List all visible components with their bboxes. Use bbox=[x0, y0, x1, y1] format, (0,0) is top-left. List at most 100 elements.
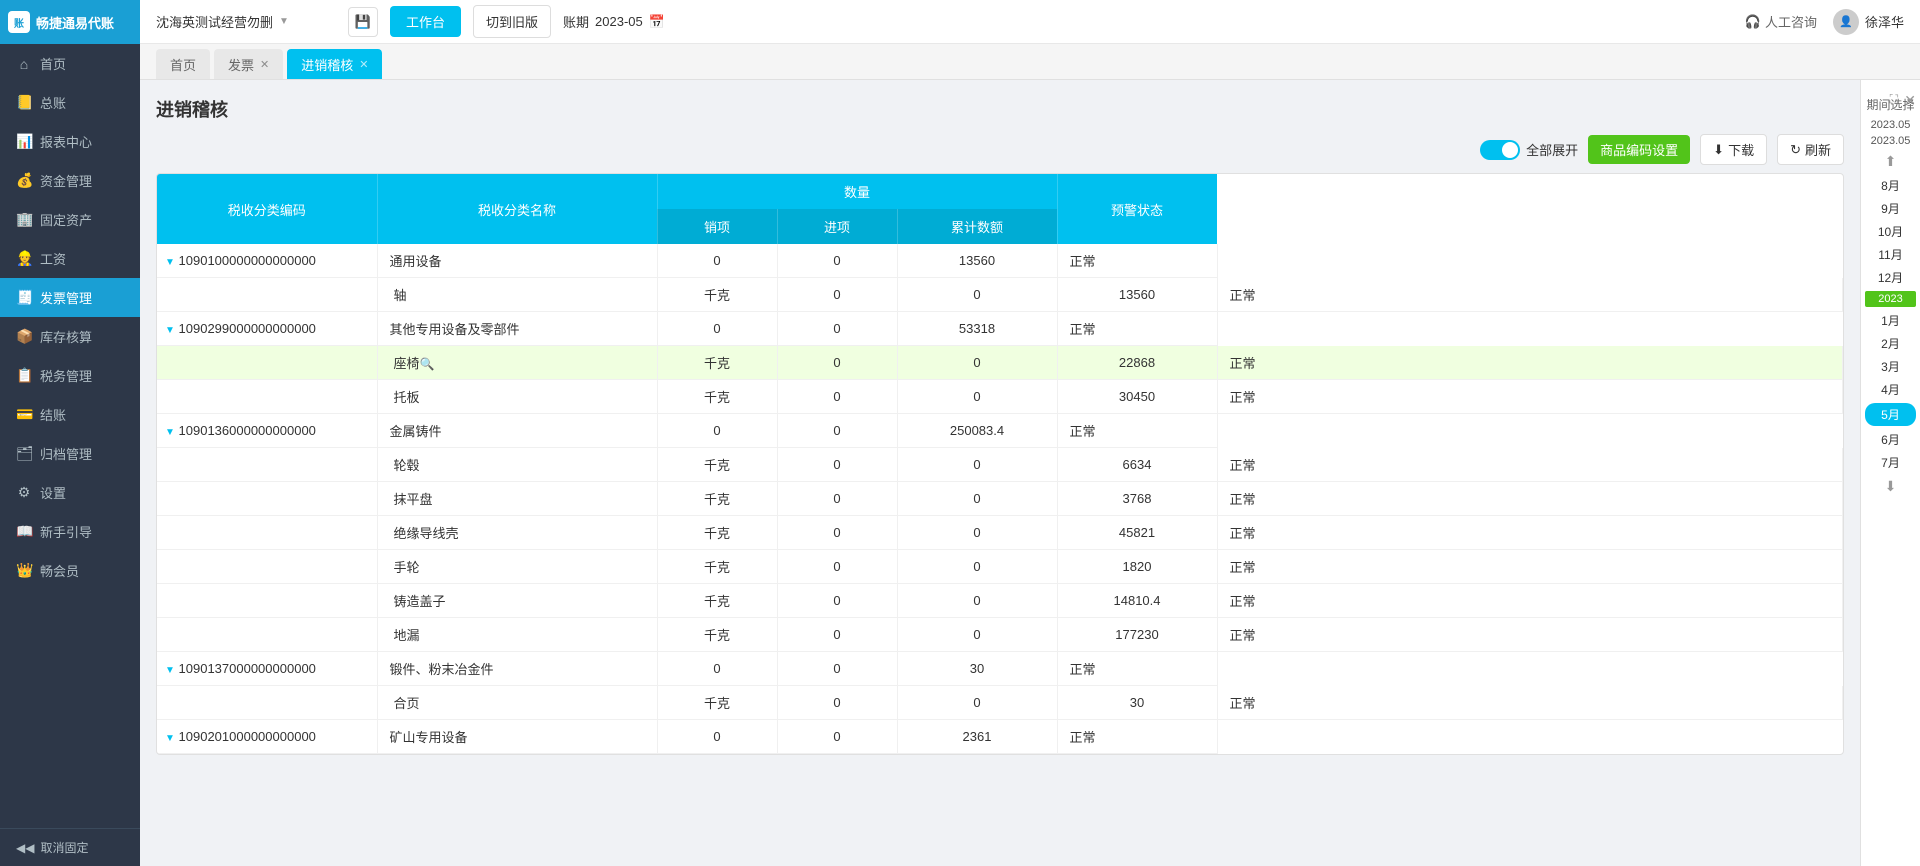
panel-fullscreen-button[interactable]: ⛶ bbox=[1890, 92, 1898, 107]
expand-icon[interactable]: ▼ bbox=[165, 325, 175, 336]
sidebar-item-税务管理[interactable]: 📋税务管理 bbox=[0, 356, 140, 395]
period-month-item[interactable]: 7月 bbox=[1861, 451, 1920, 474]
period-month-item[interactable]: 5月 bbox=[1865, 403, 1916, 426]
sidebar-label-4: 固定资产 bbox=[40, 210, 92, 229]
cell-unit: 千克 bbox=[657, 346, 777, 380]
switch-version-button[interactable]: 切到旧版 bbox=[473, 5, 551, 38]
tab-进销稽核[interactable]: 进销稽核✕ bbox=[287, 49, 382, 79]
tab-首页[interactable]: 首页 bbox=[156, 49, 210, 79]
cell-warning: 正常 bbox=[1057, 652, 1217, 686]
product-code-button[interactable]: 商品编码设置 bbox=[1588, 135, 1690, 164]
cell-name: 矿山专用设备 bbox=[377, 720, 657, 754]
refresh-label: 刷新 bbox=[1805, 140, 1831, 159]
expand-icon[interactable]: ▼ bbox=[165, 257, 175, 268]
cell-name: 金属铸件 bbox=[377, 414, 657, 448]
tab-close-1[interactable]: ✕ bbox=[260, 58, 269, 71]
sidebar-item-总账[interactable]: 📒总账 bbox=[0, 83, 140, 122]
cell-total: 13560 bbox=[897, 244, 1057, 278]
expand-icon[interactable]: ▼ bbox=[165, 665, 175, 676]
period-row[interactable]: 2023.05 bbox=[1861, 133, 1920, 149]
cell-purchase: 0 bbox=[897, 516, 1057, 550]
sidebar-item-库存核算[interactable]: 📦库存核算 bbox=[0, 317, 140, 356]
download-button[interactable]: ⬇ 下载 bbox=[1700, 134, 1767, 165]
period-month-item[interactable]: 10月 bbox=[1861, 220, 1920, 243]
cell-name: 锻件、粉末冶金件 bbox=[377, 652, 657, 686]
cell-sale: 0 bbox=[657, 244, 777, 278]
refresh-button[interactable]: ↻ 刷新 bbox=[1777, 134, 1844, 165]
support-button[interactable]: 🎧 人工咨询 bbox=[1745, 12, 1817, 31]
tab-label-0: 首页 bbox=[170, 55, 196, 74]
cell-warning: 正常 bbox=[1217, 618, 1843, 652]
sidebar-item-报表中心[interactable]: 📊报表中心 bbox=[0, 122, 140, 161]
period-month-item[interactable]: 9月 bbox=[1861, 197, 1920, 220]
col-sale: 销项 bbox=[657, 209, 777, 244]
table-row[interactable]: ▼ 1090137000000000000 锻件、粉末冶金件 0 0 30 正常 bbox=[157, 652, 1843, 686]
col-tax-code: 税收分类编码 bbox=[157, 174, 377, 244]
sidebar-label-11: 设置 bbox=[40, 483, 66, 502]
period-display: 账期 2023-05 📅 bbox=[563, 12, 665, 31]
cell-code bbox=[157, 278, 377, 312]
period-month-item[interactable]: 6月 bbox=[1861, 428, 1920, 451]
sidebar-item-设置[interactable]: ⚙设置 bbox=[0, 473, 140, 512]
panel-close-button[interactable]: ✕ bbox=[1904, 92, 1916, 109]
sidebar-bottom[interactable]: ◀◀ 取消固定 bbox=[0, 828, 140, 866]
tab-发票[interactable]: 发票✕ bbox=[214, 49, 283, 79]
logo-text: 畅捷通易代账 bbox=[36, 13, 114, 32]
table-row[interactable]: ▼ 1090100000000000000 通用设备 0 0 13560 正常 bbox=[157, 244, 1843, 278]
cell-total: 14810.4 bbox=[1057, 584, 1217, 618]
scroll-down-button[interactable]: ⬇ bbox=[1861, 474, 1920, 499]
period-month-item[interactable]: 1月 bbox=[1861, 309, 1920, 332]
sidebar-item-首页[interactable]: ⌂首页 bbox=[0, 44, 140, 83]
cell-purchase: 0 bbox=[897, 278, 1057, 312]
period-month-item[interactable]: 2月 bbox=[1861, 332, 1920, 355]
sidebar-item-结账[interactable]: 💳结账 bbox=[0, 395, 140, 434]
table-row[interactable]: ▼ 1090299000000000000 其他专用设备及零部件 0 0 533… bbox=[157, 312, 1843, 346]
sidebar-item-工资[interactable]: 👷工资 bbox=[0, 239, 140, 278]
calendar-icon[interactable]: 📅 bbox=[649, 14, 665, 30]
toggle-switch[interactable] bbox=[1480, 140, 1520, 160]
period-row[interactable]: 2023.05 bbox=[1861, 117, 1920, 133]
period-month-item[interactable]: 12月 bbox=[1861, 266, 1920, 289]
cell-unit: 千克 bbox=[657, 550, 777, 584]
period-month-item[interactable]: 2023 bbox=[1865, 291, 1916, 307]
sidebar-item-发票管理[interactable]: 🧾发票管理 bbox=[0, 278, 140, 317]
period-month-item[interactable]: 11月 bbox=[1861, 243, 1920, 266]
cell-sale: 0 bbox=[777, 346, 897, 380]
sidebar-item-固定资产[interactable]: 🏢固定资产 bbox=[0, 200, 140, 239]
cell-sale: 0 bbox=[657, 652, 777, 686]
cell-purchase: 0 bbox=[777, 414, 897, 448]
scroll-up-button[interactable]: ⬆ bbox=[1861, 149, 1920, 174]
period-month-item[interactable]: 3月 bbox=[1861, 355, 1920, 378]
expand-icon[interactable]: ▼ bbox=[165, 427, 175, 438]
user-menu[interactable]: 👤 徐泽华 bbox=[1833, 9, 1904, 35]
save-button[interactable]: 💾 bbox=[348, 7, 378, 37]
cell-code: ▼ 1090100000000000000 bbox=[157, 244, 377, 278]
cell-name: 轮毂 bbox=[377, 448, 657, 482]
logo-icon: 账 bbox=[8, 11, 30, 33]
sidebar-icon-1: 📒 bbox=[16, 94, 32, 111]
tab-close-2[interactable]: ✕ bbox=[359, 58, 368, 71]
sidebar-logo: 账 畅捷通易代账 bbox=[0, 0, 140, 44]
expand-icon[interactable]: ▼ bbox=[165, 733, 175, 744]
cell-total: 30 bbox=[1057, 686, 1217, 720]
table-row[interactable]: ▼ 1090201000000000000 矿山专用设备 0 0 2361 正常 bbox=[157, 720, 1843, 754]
period-month-item[interactable]: 4月 bbox=[1861, 378, 1920, 401]
company-selector[interactable]: 沈海英测试经营勿删 ▼ bbox=[156, 12, 336, 31]
sidebar-item-畅会员[interactable]: 👑畅会员 bbox=[0, 551, 140, 590]
sidebar-label-2: 报表中心 bbox=[40, 132, 92, 151]
table-row: 托板 千克0 0 30450 正常 bbox=[157, 380, 1843, 414]
cell-name: 通用设备 bbox=[377, 244, 657, 278]
table-row[interactable]: ▼ 1090136000000000000 金属铸件 0 0 250083.4 … bbox=[157, 414, 1843, 448]
sidebar-item-资金管理[interactable]: 💰资金管理 bbox=[0, 161, 140, 200]
workspace-button[interactable]: 工作台 bbox=[390, 6, 461, 37]
sidebar-item-新手引导[interactable]: 📖新手引导 bbox=[0, 512, 140, 551]
cell-sale: 0 bbox=[777, 618, 897, 652]
sidebar-item-归档管理[interactable]: 🗂归档管理 bbox=[0, 434, 140, 473]
toggle-label: 全部展开 bbox=[1526, 140, 1578, 159]
search-icon[interactable]: 🔍 bbox=[420, 357, 435, 371]
period-month-item[interactable]: 8月 bbox=[1861, 174, 1920, 197]
cell-sale: 0 bbox=[777, 516, 897, 550]
item-name: 手轮 bbox=[394, 560, 420, 575]
cell-name: 托板 bbox=[377, 380, 657, 414]
cell-purchase: 0 bbox=[897, 550, 1057, 584]
